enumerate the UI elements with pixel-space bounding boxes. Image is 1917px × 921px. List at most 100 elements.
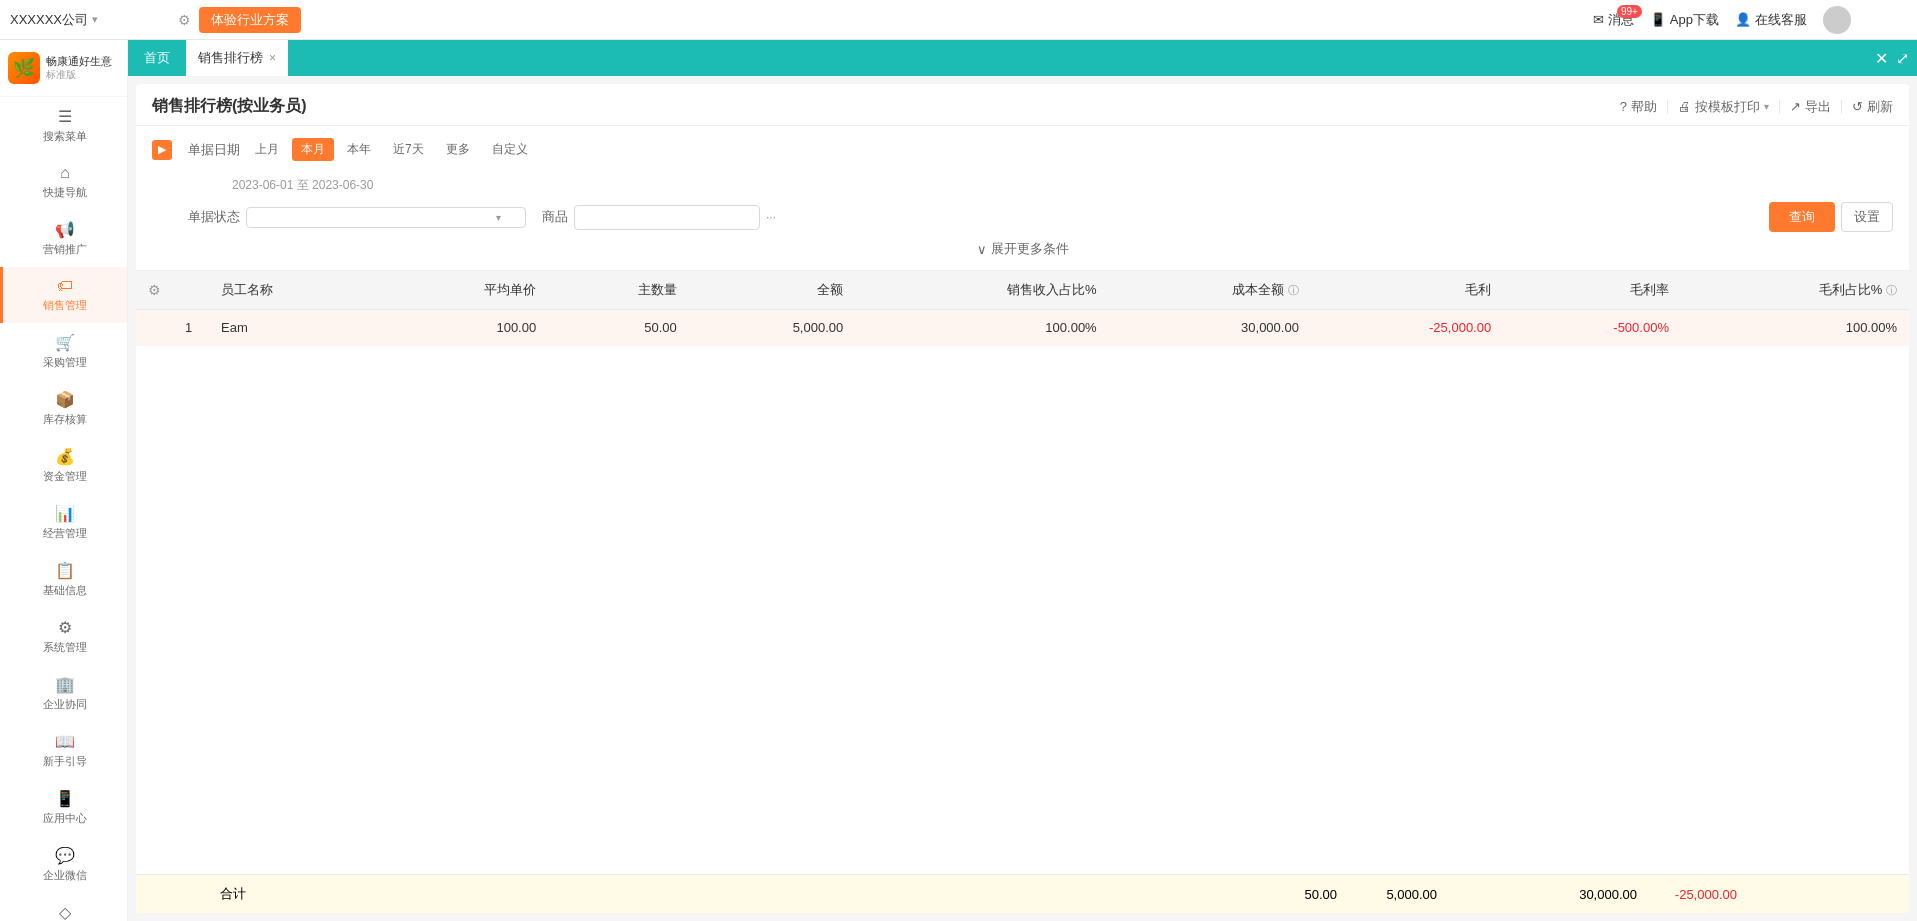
row-sales-pct: 100.00% xyxy=(855,310,1108,346)
date-tabs: 上月 本月 本年 近7天 更多 自定义 xyxy=(246,138,537,161)
avatar[interactable] xyxy=(1823,6,1851,34)
logo-text: 畅康通好生意 xyxy=(46,54,112,68)
date-tab-prev-month[interactable]: 上月 xyxy=(246,138,288,161)
date-tab-more[interactable]: 更多 xyxy=(437,138,479,161)
gear-icon[interactable]: ⚙ xyxy=(178,12,191,28)
basic-info-icon: 📋 xyxy=(55,561,75,580)
sidebar-item-system[interactable]: ⚙ 系统管理 xyxy=(0,608,127,665)
query-button[interactable]: 查询 xyxy=(1769,202,1835,232)
cost-help-icon[interactable]: ⓘ xyxy=(1288,284,1299,296)
logo-sub: 标准版 xyxy=(46,68,112,82)
inventory-icon: 📦 xyxy=(55,390,75,409)
sidebar-item-purchase[interactable]: 🛒 采购管理 xyxy=(0,323,127,380)
sidebar-item-member[interactable]: ◇ 畅会员 xyxy=(0,893,127,921)
expand-more-button[interactable]: ∨ 展开更多条件 xyxy=(152,240,1893,258)
main-layout: 🌿 畅康通好生意 标准版 ☰ 搜索菜单 ⌂ 快捷导航 📢 营销推广 🏷 销售管理… xyxy=(0,40,1917,921)
top-bar: XXXXXX公司 ▾ ⚙ 体验行业方案 ✉ 消息 99+ 📱 App下载 👤 在… xyxy=(0,0,1917,40)
product-more-icon[interactable]: ··· xyxy=(766,210,776,224)
window-restore-icon[interactable]: ⤢ xyxy=(1896,49,1909,68)
col-cost: 成本全额 ⓘ xyxy=(1109,271,1311,310)
col-avg-price: 平均单价 xyxy=(379,271,549,310)
print-chevron-icon: ▾ xyxy=(1764,101,1769,112)
operations-icon: 📊 xyxy=(55,504,75,523)
sidebar-label-search: 搜索菜单 xyxy=(43,129,87,144)
marketing-icon: 📢 xyxy=(55,220,75,239)
tab-home[interactable]: 首页 xyxy=(128,40,186,76)
sidebar-label-sales: 销售管理 xyxy=(43,298,87,313)
sidebar-item-enterprise[interactable]: 🏢 企业协同 xyxy=(0,665,127,722)
system-icon: ⚙ xyxy=(58,618,72,637)
sidebar-item-quick-nav[interactable]: ⌂ 快捷导航 xyxy=(0,154,127,210)
row-gross-pct: 100.00% xyxy=(1681,310,1909,346)
date-tab-last7[interactable]: 近7天 xyxy=(384,138,433,161)
company-selector[interactable]: XXXXXX公司 ▾ xyxy=(10,11,170,29)
table-settings-icon[interactable]: ⚙ xyxy=(148,282,161,298)
product-input[interactable] xyxy=(574,205,760,230)
divider3 xyxy=(1841,100,1842,114)
tab-bar-right: ✕ ⤢ xyxy=(1875,49,1917,68)
col-index xyxy=(173,271,209,310)
gross-pct-help-icon[interactable]: ⓘ xyxy=(1886,284,1897,296)
product-filter: 商品 ··· xyxy=(542,205,776,230)
sidebar-item-search[interactable]: ☰ 搜索菜单 xyxy=(0,97,127,154)
sidebar: 🌿 畅康通好生意 标准版 ☰ 搜索菜单 ⌂ 快捷导航 📢 营销推广 🏷 销售管理… xyxy=(0,40,128,921)
message-badge: 99+ xyxy=(1617,5,1642,18)
table-header-row: ⚙ 员工名称 平均单价 主数量 全额 销售收入占比% 成本全额 ⓘ 毛利 xyxy=(136,271,1909,310)
company-chevron-icon: ▾ xyxy=(92,13,98,26)
online-service-button[interactable]: 👤 在线客服 xyxy=(1735,11,1807,29)
trial-button[interactable]: 体验行业方案 xyxy=(199,7,301,33)
status-select[interactable]: ▾ xyxy=(246,207,526,228)
refresh-button[interactable]: ↺ 刷新 xyxy=(1852,98,1893,116)
sidebar-label-guide: 新手引导 xyxy=(43,754,87,769)
sidebar-item-guide[interactable]: 📖 新手引导 xyxy=(0,722,127,779)
col-gross-rate: 毛利率 xyxy=(1503,271,1681,310)
print-button[interactable]: 🖨 按模板打印 ▾ xyxy=(1678,98,1769,116)
sidebar-item-operations[interactable]: 📊 经营管理 xyxy=(0,494,127,551)
message-button[interactable]: ✉ 消息 99+ xyxy=(1593,11,1634,29)
tab-close-icon[interactable]: × xyxy=(269,51,276,65)
sidebar-label-basic-info: 基础信息 xyxy=(43,583,87,598)
total-gross: -25,000.00 xyxy=(1637,887,1737,902)
row-index: 1 xyxy=(173,310,209,346)
app-download-button[interactable]: 📱 App下载 xyxy=(1650,11,1719,29)
sidebar-item-sales[interactable]: 🏷 销售管理 xyxy=(0,267,127,323)
sidebar-logo: 🌿 畅康通好生意 标准版 xyxy=(0,40,127,97)
sidebar-item-finance[interactable]: 💰 资金管理 xyxy=(0,437,127,494)
tab-bar: 首页 销售排行榜 × ✕ ⤢ xyxy=(128,40,1917,76)
date-tab-this-month[interactable]: 本月 xyxy=(292,138,334,161)
row-cost: 30,000.00 xyxy=(1109,310,1311,346)
total-cost: 30,000.00 xyxy=(1537,887,1637,902)
finance-icon: 💰 xyxy=(55,447,75,466)
sidebar-label-app-center: 应用中心 xyxy=(43,811,87,826)
message-icon: ✉ xyxy=(1593,12,1604,27)
window-close-icon[interactable]: ✕ xyxy=(1875,49,1888,68)
sidebar-item-inventory[interactable]: 📦 库存核算 xyxy=(0,380,127,437)
sales-table: ⚙ 员工名称 平均单价 主数量 全额 销售收入占比% 成本全额 ⓘ 毛利 xyxy=(136,271,1909,346)
chevron-down-icon: ∨ xyxy=(977,242,987,257)
date-range-row: 2023-06-01 至 2023-06-30 xyxy=(232,177,1893,194)
help-button[interactable]: ? 帮助 xyxy=(1620,98,1657,116)
sidebar-item-app-center[interactable]: 📱 应用中心 xyxy=(0,779,127,836)
service-icon: 👤 xyxy=(1735,12,1751,27)
logo-icon: 🌿 xyxy=(8,52,40,84)
date-tab-custom[interactable]: 自定义 xyxy=(483,138,537,161)
purchase-icon: 🛒 xyxy=(55,333,75,352)
date-tab-this-year[interactable]: 本年 xyxy=(338,138,380,161)
status-filter: 单据状态 ▾ xyxy=(188,207,526,228)
sidebar-label-quick-nav: 快捷导航 xyxy=(43,185,87,200)
export-button[interactable]: ↗ 导出 xyxy=(1790,98,1831,116)
top-bar-right: ✉ 消息 99+ 📱 App下载 👤 在线客服 xyxy=(1593,6,1907,34)
sidebar-item-wechat[interactable]: 💬 企业微信 xyxy=(0,836,127,893)
total-main-qty: 50.00 xyxy=(1257,887,1337,902)
product-label: 商品 xyxy=(542,208,568,226)
sidebar-item-basic-info[interactable]: 📋 基础信息 xyxy=(0,551,127,608)
sidebar-item-marketing[interactable]: 📢 营销推广 xyxy=(0,210,127,267)
sales-icon: 🏷 xyxy=(57,277,73,295)
page-actions: ? 帮助 🖨 按模板打印 ▾ ↗ 导出 xyxy=(1620,98,1893,116)
filter-settings-button[interactable]: 设置 xyxy=(1841,202,1893,232)
export-icon: ↗ xyxy=(1790,99,1801,114)
filter-collapse-btn[interactable]: ▶ xyxy=(152,140,172,160)
sidebar-label-inventory: 库存核算 xyxy=(43,412,87,427)
sidebar-label-purchase: 采购管理 xyxy=(43,355,87,370)
tab-sales-ranking[interactable]: 销售排行榜 × xyxy=(186,40,288,76)
